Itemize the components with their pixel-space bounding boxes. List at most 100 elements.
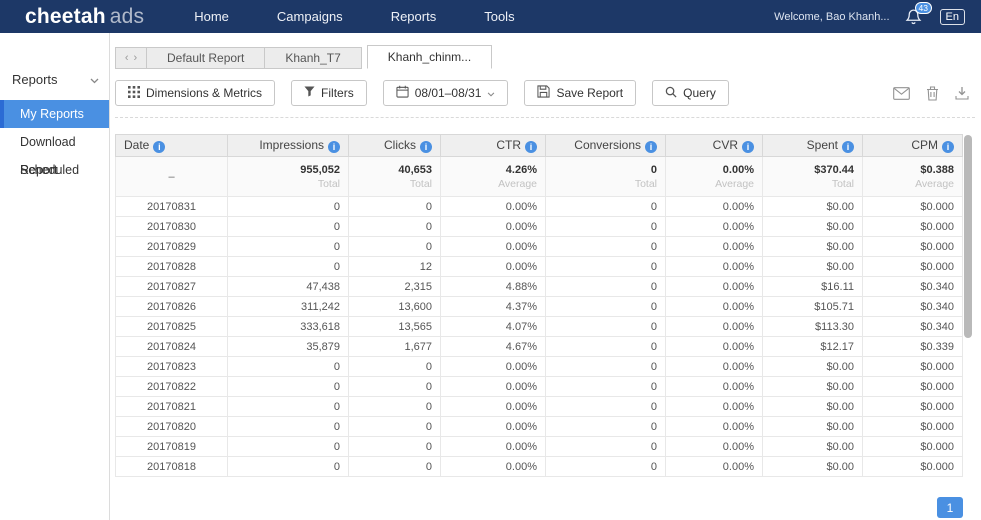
column-header-cpm[interactable]: CPM i xyxy=(862,134,963,157)
logo[interactable]: cheetah ads xyxy=(25,5,144,29)
sidebar-item-download-report[interactable]: Download Report xyxy=(0,128,109,177)
cell-spent: $16.11 xyxy=(762,276,863,297)
welcome-user-menu[interactable]: Welcome, Bao Khanh... xyxy=(774,11,889,23)
cell-spent: $0.00 xyxy=(762,236,863,257)
cell-conversions: 0 xyxy=(545,216,666,237)
cell-cvr: 0.00% xyxy=(665,376,763,397)
tab-scroll-left-icon[interactable]: ‹ xyxy=(125,52,129,64)
filters-button[interactable]: Filters xyxy=(291,80,367,106)
cell-ctr: 4.67% xyxy=(440,336,546,357)
dimensions-metrics-button[interactable]: Dimensions & Metrics xyxy=(115,80,276,106)
info-icon[interactable]: i xyxy=(645,141,657,153)
cell-ctr: 0.00% xyxy=(440,456,546,477)
sidebar-item-my-reports[interactable]: My Reports xyxy=(0,100,109,128)
logo-light: ads xyxy=(109,4,145,28)
cell-conversions: 0 xyxy=(545,456,666,477)
main-nav: Home Campaigns Reports Tools xyxy=(194,9,514,24)
column-header-spent[interactable]: Spent i xyxy=(762,134,863,157)
sidebar-section-label: Reports xyxy=(12,71,58,87)
cell-conversions: 0 xyxy=(545,276,666,297)
cell-date: 20170826 xyxy=(115,296,228,317)
report-table-wrap: Date i Impressions i Clicks i CTR i Conversions i… xyxy=(115,134,972,477)
cell-date: 20170819 xyxy=(115,436,228,457)
tab-khanh-t7[interactable]: Khanh_T7 xyxy=(264,47,362,69)
nav-item-home[interactable]: Home xyxy=(194,9,229,24)
nav-item-tools[interactable]: Tools xyxy=(484,9,514,24)
summary-cell-cpm: $0.388 Average xyxy=(862,156,963,197)
cell-clicks: 13,565 xyxy=(348,316,441,337)
column-header-conversions[interactable]: Conversions i xyxy=(545,134,666,157)
cell-ctr: 0.00% xyxy=(440,396,546,417)
cell-date: 20170828 xyxy=(115,256,228,277)
query-button[interactable]: Query xyxy=(652,80,729,106)
pagination-page-1-button[interactable]: 1 xyxy=(937,497,963,518)
cell-clicks: 0 xyxy=(348,436,441,457)
nav-item-campaigns[interactable]: Campaigns xyxy=(277,9,343,24)
notifications-bell-icon[interactable]: 43 xyxy=(905,1,932,26)
cell-impressions: 47,438 xyxy=(227,276,349,297)
date-range-button[interactable]: 08/01–08/31 xyxy=(382,80,509,106)
info-icon[interactable]: i xyxy=(742,141,754,153)
cell-date: 20170824 xyxy=(115,336,228,357)
cell-clicks: 0 xyxy=(348,196,441,217)
cell-spent: $0.00 xyxy=(762,396,863,417)
sidebar-section-reports[interactable]: Reports xyxy=(0,67,109,91)
column-header-impressions[interactable]: Impressions i xyxy=(227,134,349,157)
cell-spent: $0.00 xyxy=(762,216,863,237)
cell-spent: $0.00 xyxy=(762,256,863,277)
cell-cvr: 0.00% xyxy=(665,216,763,237)
cell-date: 20170822 xyxy=(115,376,228,397)
cell-cpm: $0.340 xyxy=(862,296,963,317)
table-row: 20170824 35,879 1,677 4.67% 0 0.00% $12.17 $0.3… xyxy=(115,336,963,357)
info-icon[interactable]: i xyxy=(842,141,854,153)
save-report-label: Save Report xyxy=(556,86,624,100)
summary-cell-spent: $370.44 Total xyxy=(762,156,863,197)
cell-impressions: 0 xyxy=(227,456,349,477)
cell-clicks: 0 xyxy=(348,356,441,377)
cell-date: 20170827 xyxy=(115,276,228,297)
tab-khanh-chinm[interactable]: Khanh_chinm... xyxy=(366,45,493,69)
info-icon[interactable]: i xyxy=(942,141,954,153)
column-label: CTR xyxy=(496,138,521,152)
column-label: Date xyxy=(124,138,150,152)
column-header-date[interactable]: Date i xyxy=(115,134,228,157)
cell-cvr: 0.00% xyxy=(665,436,763,457)
info-icon[interactable]: i xyxy=(153,141,166,153)
report-table: Date i Impressions i Clicks i CTR i Conversions i… xyxy=(115,134,963,477)
cell-spent: $113.30 xyxy=(762,316,863,337)
sidebar-item-scheduled[interactable]: Scheduled xyxy=(0,156,109,184)
email-icon[interactable] xyxy=(893,86,910,100)
info-icon[interactable]: i xyxy=(525,141,537,153)
cell-date: 20170830 xyxy=(115,216,228,237)
nav-item-reports[interactable]: Reports xyxy=(391,9,437,24)
cell-clicks: 2,315 xyxy=(348,276,441,297)
dimensions-metrics-label: Dimensions & Metrics xyxy=(146,86,263,100)
cell-cvr: 0.00% xyxy=(665,296,763,317)
dashed-separator xyxy=(115,117,975,118)
cell-cpm: $0.340 xyxy=(862,316,963,337)
column-header-clicks[interactable]: Clicks i xyxy=(348,134,441,157)
cell-cvr: 0.00% xyxy=(665,416,763,437)
cell-conversions: 0 xyxy=(545,196,666,217)
notification-badge: 43 xyxy=(914,1,932,14)
column-header-cvr[interactable]: CVR i xyxy=(665,134,763,157)
cell-date: 20170829 xyxy=(115,236,228,257)
tab-scroll-right-icon[interactable]: › xyxy=(134,52,138,64)
cell-impressions: 0 xyxy=(227,216,349,237)
column-header-ctr[interactable]: CTR i xyxy=(440,134,546,157)
info-icon[interactable]: i xyxy=(420,141,432,153)
query-label: Query xyxy=(683,86,716,100)
cell-ctr: 4.07% xyxy=(440,316,546,337)
download-icon[interactable] xyxy=(955,86,969,100)
tab-default-report[interactable]: Default Report xyxy=(146,47,266,69)
cell-date: 20170823 xyxy=(115,356,228,377)
column-label: Conversions xyxy=(574,138,641,152)
vertical-scrollbar-thumb[interactable] xyxy=(964,135,972,338)
cell-clicks: 1,677 xyxy=(348,336,441,357)
cell-ctr: 4.37% xyxy=(440,296,546,317)
trash-icon[interactable] xyxy=(926,85,939,101)
info-icon[interactable]: i xyxy=(328,141,340,153)
cell-impressions: 0 xyxy=(227,416,349,437)
language-button[interactable]: En xyxy=(939,8,965,25)
save-report-button[interactable]: Save Report xyxy=(524,80,637,106)
